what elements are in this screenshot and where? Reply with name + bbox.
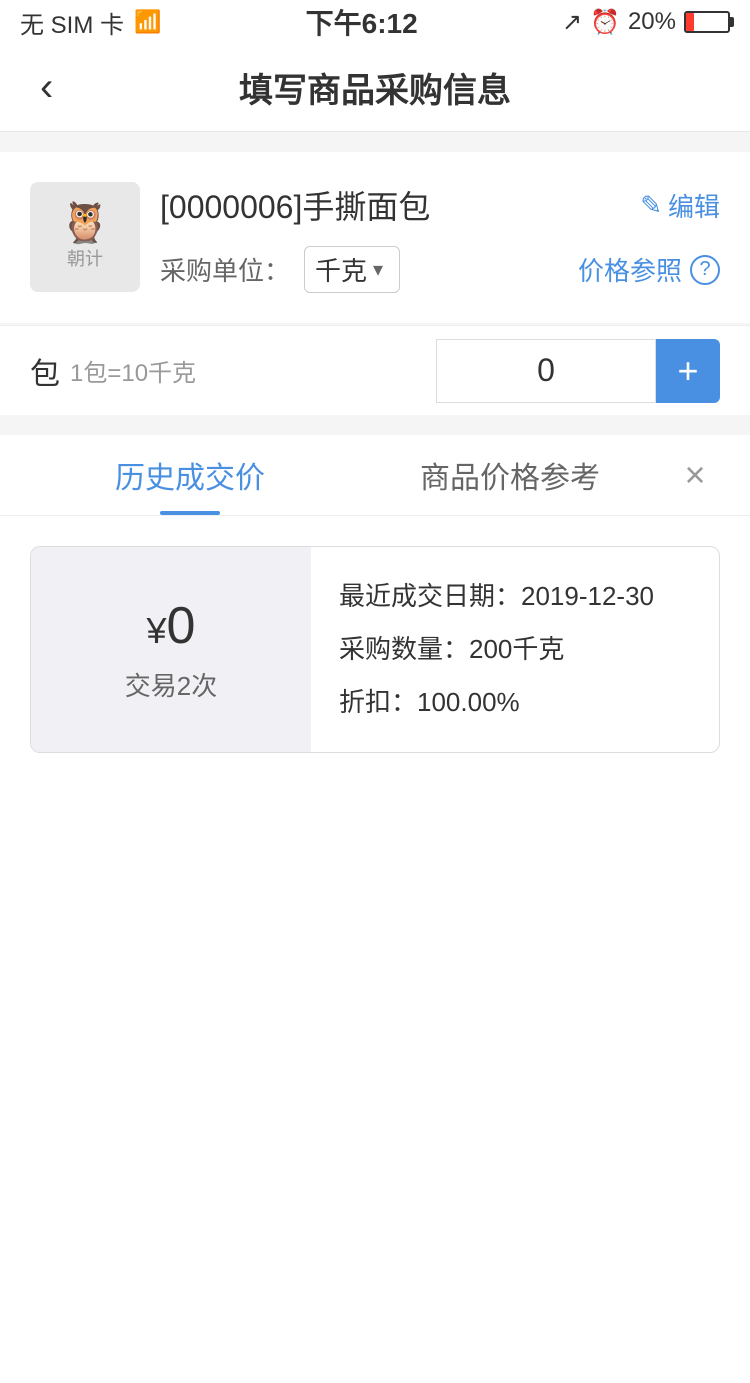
price-ref-button[interactable]: 价格参照 ? bbox=[578, 251, 720, 288]
product-top-row: [0000006]手撕面包 ✎ 编辑 bbox=[160, 182, 720, 228]
tabs-content: ¥0 交易2次 最近成交日期：2019-12-30 采购数量：200千克 折扣：… bbox=[0, 516, 750, 783]
alarm-icon: ⏰ bbox=[590, 8, 620, 37]
history-card: ¥0 交易2次 最近成交日期：2019-12-30 采购数量：200千克 折扣：… bbox=[30, 546, 720, 753]
product-image: 🦉 朝计 bbox=[30, 182, 140, 292]
quantity-plus-button[interactable]: + bbox=[656, 339, 720, 403]
product-section: 🦉 朝计 [0000006]手撕面包 ✎ 编辑 采购单位： 千克 价格参照 bbox=[0, 152, 750, 323]
wifi-icon: 📶 bbox=[134, 9, 161, 35]
product-thumbnail-sub: 朝计 bbox=[67, 245, 103, 271]
product-name: [0000006]手撕面包 bbox=[160, 182, 430, 228]
card-trades: 交易2次 bbox=[125, 666, 217, 703]
status-bar: 无 SIM 卡 📶 下午6:12 ↗ ⏰ 20% bbox=[0, 0, 750, 44]
quantity-label: 包 1包=10千克 bbox=[30, 349, 196, 393]
card-left: ¥0 交易2次 bbox=[31, 547, 311, 752]
purchase-qty-row: 采购数量：200千克 bbox=[339, 630, 691, 669]
status-time: 下午6:12 bbox=[306, 2, 418, 42]
unit-left: 采购单位： 千克 bbox=[160, 246, 400, 293]
product-unit-row: 采购单位： 千克 价格参照 ? bbox=[160, 246, 720, 293]
tabs-section: 历史成交价 商品价格参考 × ¥0 交易2次 最近成交日期：2019-12-30… bbox=[0, 435, 750, 783]
page-title: 填写商品采购信息 bbox=[239, 63, 511, 112]
battery-icon bbox=[684, 11, 730, 33]
product-info: [0000006]手撕面包 ✎ 编辑 采购单位： 千克 价格参照 ? bbox=[160, 182, 720, 293]
status-right: ↗ ⏰ 20% bbox=[562, 8, 730, 37]
edit-label: 编辑 bbox=[668, 187, 720, 224]
price-symbol: ¥ bbox=[147, 610, 167, 651]
qty-unit: 包 bbox=[30, 349, 60, 393]
help-icon[interactable]: ? bbox=[690, 255, 720, 285]
location-icon: ↗ bbox=[562, 8, 582, 37]
back-button[interactable]: ‹ bbox=[30, 55, 63, 120]
battery-percent: 20% bbox=[628, 8, 676, 36]
tabs-header: 历史成交价 商品价格参考 × bbox=[0, 435, 750, 516]
recent-date-row: 最近成交日期：2019-12-30 bbox=[339, 577, 691, 616]
card-right: 最近成交日期：2019-12-30 采购数量：200千克 折扣：100.00% bbox=[311, 547, 719, 752]
qty-hint: 1包=10千克 bbox=[70, 353, 196, 388]
status-left: 无 SIM 卡 📶 bbox=[20, 5, 161, 40]
price-value: 0 bbox=[167, 597, 196, 655]
carrier-label: 无 SIM 卡 bbox=[20, 5, 124, 40]
quantity-section: 包 1包=10千克 0 + bbox=[0, 325, 750, 415]
edit-icon: ✎ bbox=[640, 190, 662, 221]
nav-bar: ‹ 填写商品采购信息 bbox=[0, 44, 750, 132]
quantity-input[interactable]: 0 bbox=[436, 339, 656, 403]
unit-text: 采购单位： bbox=[160, 251, 290, 288]
product-thumbnail-icon: 🦉 bbox=[60, 203, 110, 243]
tab-close-button[interactable]: × bbox=[670, 450, 720, 500]
unit-dropdown[interactable]: 千克 bbox=[304, 246, 400, 293]
price-ref-label: 价格参照 bbox=[578, 251, 682, 288]
edit-button[interactable]: ✎ 编辑 bbox=[640, 187, 720, 224]
unit-value: 千克 bbox=[315, 251, 367, 288]
tab-history-price[interactable]: 历史成交价 bbox=[30, 435, 350, 515]
quantity-input-row: 0 + bbox=[436, 339, 720, 403]
discount-row: 折扣：100.00% bbox=[339, 683, 691, 722]
background-area bbox=[0, 783, 750, 1383]
card-price: ¥0 bbox=[147, 596, 196, 656]
tab-price-reference[interactable]: 商品价格参考 bbox=[350, 435, 670, 515]
